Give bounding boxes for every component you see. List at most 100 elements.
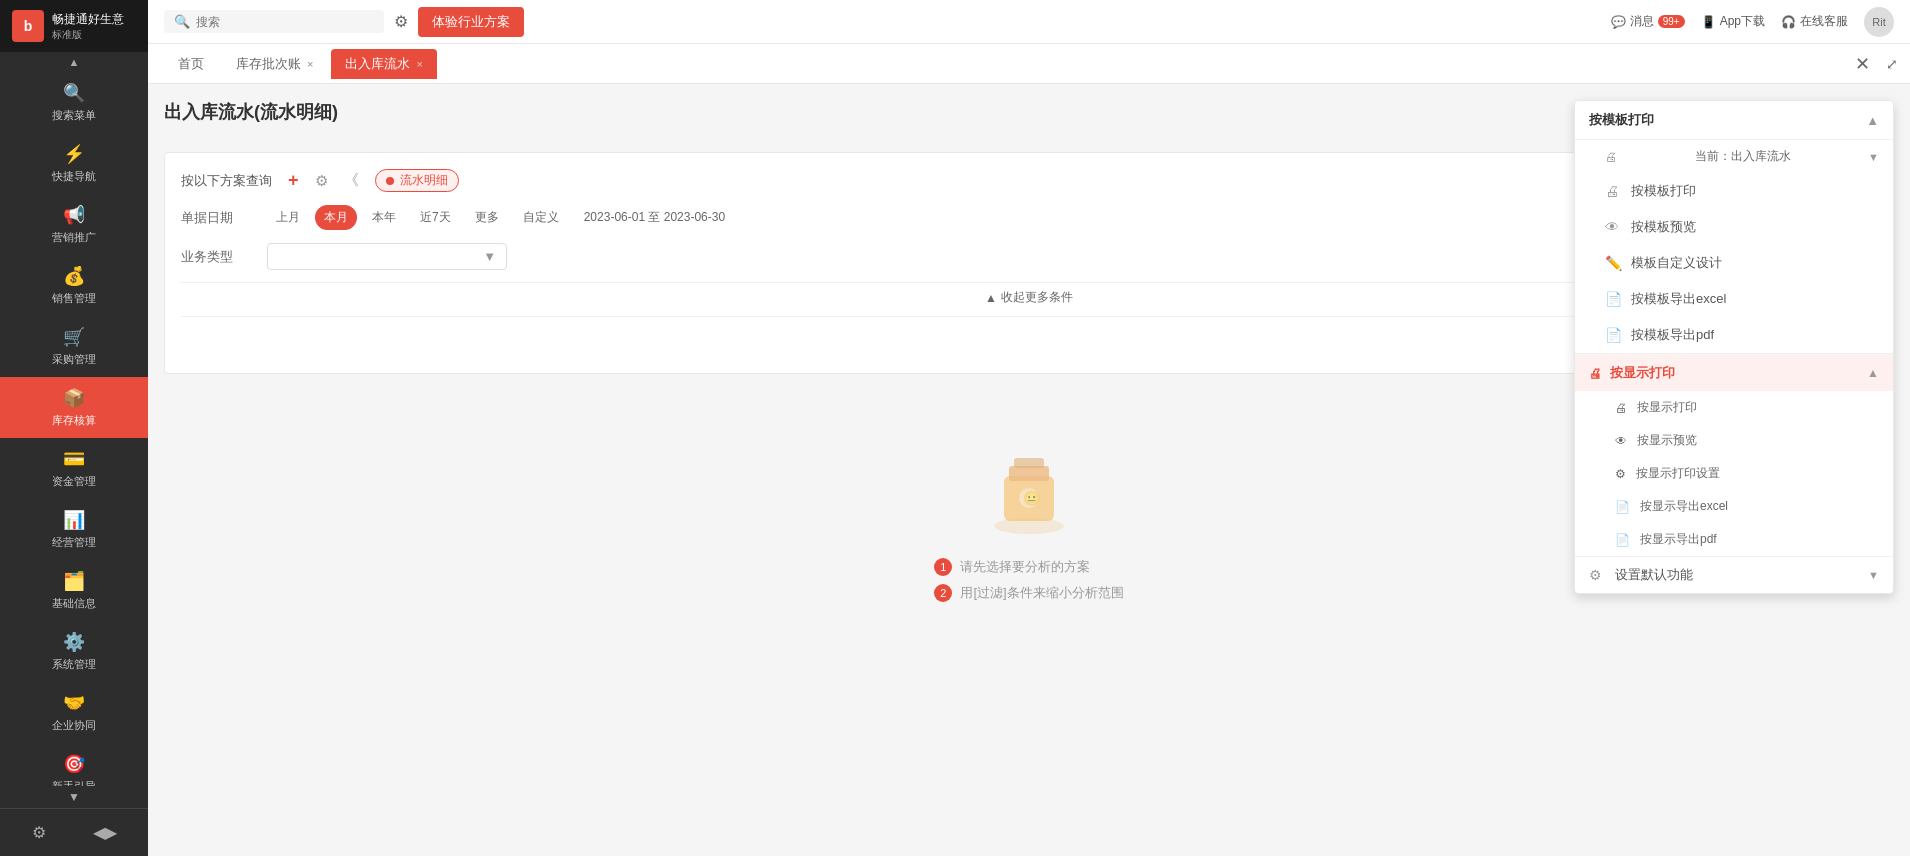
topbar-right-area: 💬 消息 99+ 📱 App下载 🎧 在线客服 Rit: [1611, 7, 1894, 37]
display-print-header-icon: 🖨: [1589, 366, 1602, 381]
display-section-header[interactable]: 🖨 按显示打印 ▲: [1575, 354, 1893, 391]
sidebar-item-operation[interactable]: 📊 经营管理: [0, 499, 148, 560]
message-button[interactable]: 💬 消息 99+: [1611, 13, 1685, 30]
display-preview-icon: 👁: [1615, 434, 1627, 448]
main-area: 🔍 ⚙ 体验行业方案 💬 消息 99+ 📱 App下载 🎧 在线客服 Rit: [148, 0, 1910, 856]
display-print-icon: 🖨: [1615, 401, 1627, 415]
display-settings-icon: ⚙: [1615, 467, 1626, 481]
tabs-bar: 首页 库存批次账 × 出入库流水 × ✕ ⤢: [148, 44, 1910, 84]
topbar-search-box[interactable]: 🔍: [164, 10, 384, 33]
display-section-arrow: ▲: [1867, 366, 1879, 380]
settings-bottom-icon[interactable]: ⚙: [28, 819, 50, 846]
dropdown-header: 按模板打印 ▲: [1575, 101, 1893, 140]
dropdown-item-template-customize[interactable]: ✏️ 模板自定义设计: [1575, 245, 1893, 281]
customer-service-button[interactable]: 🎧 在线客服: [1781, 13, 1848, 30]
empty-steps: 1 请先选择要分析的方案 2 用[过滤]条件来缩小分析范围: [934, 558, 1123, 610]
empty-illustration: 😐: [979, 446, 1079, 546]
folder-icon: 🗂️: [63, 570, 85, 592]
megaphone-icon: 📢: [63, 204, 85, 226]
dropdown-item-display-excel[interactable]: 📄 按显示导出excel: [1575, 490, 1893, 523]
dropdown-item-display-preview[interactable]: 👁 按显示预览: [1575, 424, 1893, 457]
sidebar-item-system[interactable]: ⚙️ 系统管理: [0, 621, 148, 682]
cart-icon: 🛒: [63, 326, 85, 348]
sidebar-bottom: ⚙ ◀▶: [0, 808, 148, 856]
tab-batch-close[interactable]: ×: [307, 58, 313, 70]
date-pill-this-month[interactable]: 本月: [315, 205, 357, 230]
user-avatar[interactable]: Rit: [1864, 7, 1894, 37]
dropdown-item-template-preview[interactable]: 👁 按模板预览: [1575, 209, 1893, 245]
sidebar-item-inventory[interactable]: 📦 库存核算: [0, 377, 148, 438]
app-logo-text: 畅捷通好生意 标准版: [52, 11, 124, 42]
tab-batch[interactable]: 库存批次账 ×: [222, 49, 327, 79]
tabs-close-all-button[interactable]: ✕: [1855, 53, 1870, 75]
date-range-display: 2023-06-01 至 2023-06-30: [584, 209, 725, 226]
excel-icon: 📄: [1605, 291, 1621, 307]
date-pill-this-year[interactable]: 本年: [363, 205, 405, 230]
scroll-down-indicator[interactable]: ▼: [0, 786, 148, 808]
tabs-expand-button[interactable]: ⤢: [1886, 56, 1898, 72]
search-icon: 🔍: [63, 82, 85, 104]
headset-icon: 🎧: [1781, 15, 1796, 29]
topbar: 🔍 ⚙ 体验行业方案 💬 消息 99+ 📱 App下载 🎧 在线客服 Rit: [148, 0, 1910, 44]
sidebar-item-shortcut[interactable]: ⚡ 快捷导航: [0, 133, 148, 194]
print-dropdown-panel: 按模板打印 ▲ 🖨 当前：出入库流水 ▼ 🖨 按模板打印 👁 按模板预览: [1574, 100, 1894, 594]
filter-add-button[interactable]: +: [288, 170, 299, 191]
filter-collapse-icon[interactable]: 《: [344, 171, 359, 190]
trial-industry-button[interactable]: 体验行业方案: [418, 7, 524, 37]
lightning-icon: ⚡: [63, 143, 85, 165]
dropdown-item-template-pdf[interactable]: 📄 按模板导出pdf: [1575, 317, 1893, 353]
date-filter-label: 单据日期: [181, 209, 251, 227]
dropdown-footer-defaults[interactable]: ⚙ 设置默认功能 ▼: [1575, 556, 1893, 593]
app-download-button[interactable]: 📱 App下载: [1701, 13, 1765, 30]
sidebar-item-sales[interactable]: 💰 销售管理: [0, 255, 148, 316]
tab-flow[interactable]: 出入库流水 ×: [331, 49, 436, 79]
business-type-select[interactable]: ▼: [267, 243, 507, 270]
date-pill-custom[interactable]: 自定义: [514, 205, 568, 230]
dropdown-item-display-print[interactable]: 🖨 按显示打印: [1575, 391, 1893, 424]
current-template-arrow[interactable]: ▼: [1868, 151, 1879, 163]
sidebar-item-coop[interactable]: 🤝 企业协同: [0, 682, 148, 743]
tab-flow-close[interactable]: ×: [416, 58, 422, 70]
dropdown-title: 按模板打印: [1589, 111, 1654, 129]
filter-scheme-label: 按以下方案查询: [181, 172, 272, 190]
svg-text:😐: 😐: [1023, 490, 1041, 507]
eye-icon: 👁: [1605, 219, 1621, 235]
money-icon: 💰: [63, 265, 85, 287]
download-icon: 📱: [1701, 15, 1716, 29]
target-icon: 🎯: [63, 753, 85, 775]
sidebar-item-search[interactable]: 🔍 搜索菜单: [0, 72, 148, 133]
card-icon: 💳: [63, 448, 85, 470]
defaults-icon: ⚙: [1589, 567, 1605, 583]
sidebar-item-purchase[interactable]: 🛒 采购管理: [0, 316, 148, 377]
pencil-icon: ✏️: [1605, 255, 1621, 271]
footer-arrow: ▼: [1868, 569, 1879, 581]
message-icon: 💬: [1611, 15, 1626, 29]
box-icon: 📦: [63, 387, 85, 409]
print-icon: 🖨: [1605, 183, 1621, 199]
sidebar: b 畅捷通好生意 标准版 ▲ 🔍 搜索菜单 ⚡ 快捷导航 📢 营销推广 💰 销售…: [0, 0, 148, 856]
sidebar-scroll-up: ▲: [0, 52, 148, 72]
svg-rect-3: [1014, 458, 1044, 468]
tab-home[interactable]: 首页: [164, 49, 218, 79]
sidebar-item-guide[interactable]: 🎯 新手引导: [0, 743, 148, 786]
dropdown-item-display-pdf[interactable]: 📄 按显示导出pdf: [1575, 523, 1893, 556]
collapse-sidebar-btn[interactable]: ◀▶: [89, 819, 121, 846]
display-excel-icon: 📄: [1615, 500, 1630, 514]
date-pill-last-month[interactable]: 上月: [267, 205, 309, 230]
topbar-settings-icon[interactable]: ⚙: [394, 12, 408, 31]
dropdown-item-template-excel[interactable]: 📄 按模板导出excel: [1575, 281, 1893, 317]
chart-icon: 📊: [63, 509, 85, 531]
current-template-label: 当前：出入库流水: [1695, 148, 1791, 165]
date-pill-7days[interactable]: 近7天: [411, 205, 460, 230]
search-input[interactable]: [196, 15, 374, 29]
date-pill-more[interactable]: 更多: [466, 205, 508, 230]
filter-scheme-settings-icon[interactable]: ⚙: [315, 172, 328, 190]
dropdown-item-template-print[interactable]: 🖨 按模板打印: [1575, 173, 1893, 209]
dropdown-collapse-arrow[interactable]: ▲: [1866, 113, 1879, 128]
sidebar-item-finance[interactable]: 💳 资金管理: [0, 438, 148, 499]
gear-icon: ⚙️: [63, 631, 85, 653]
sidebar-item-marketing[interactable]: 📢 营销推广: [0, 194, 148, 255]
dropdown-item-display-settings[interactable]: ⚙ 按显示打印设置: [1575, 457, 1893, 490]
app-logo-icon: b: [12, 10, 44, 42]
sidebar-item-basic[interactable]: 🗂️ 基础信息: [0, 560, 148, 621]
